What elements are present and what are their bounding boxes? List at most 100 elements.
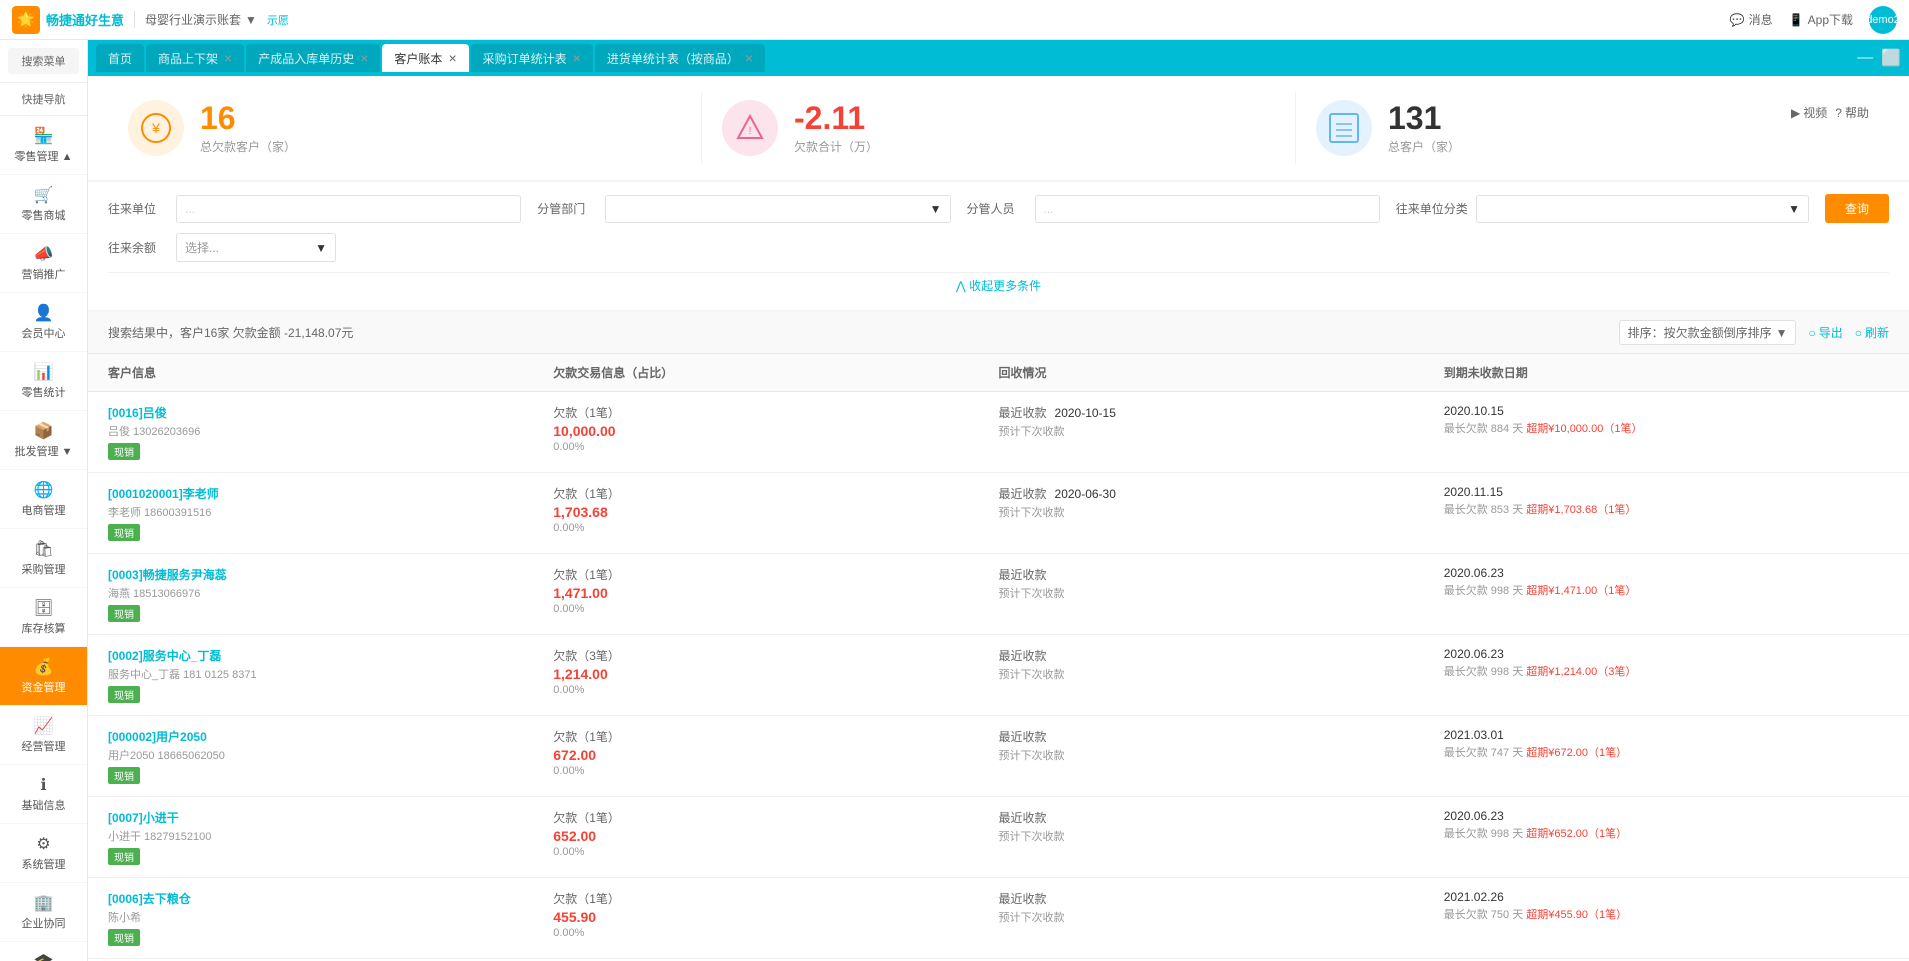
debt-amount-row2[interactable]: 1,703.68 [553,504,998,520]
debt-amount-row3[interactable]: 1,471.00 [553,585,998,601]
tab-production-history[interactable]: 产成品入库单历史 × [246,44,380,72]
sort-select[interactable]: 排序：按欠款金额倒序排序 ▼ [1619,320,1797,345]
tab-close-production-history[interactable]: × [360,50,368,66]
overdue-link-row1[interactable]: 超期¥10,000.00（1笔） [1526,423,1642,435]
results-bar: 搜索结果中，客户16家 欠款金额 -21,148.07元 排序：按欠款金额倒序排… [88,312,1909,354]
category-filter-select[interactable]: ▼ [1476,195,1809,223]
due-days-row2: 最长欠款 853 天 [1444,504,1523,516]
recovery-label-row1: 最近收款 [999,406,1047,420]
sidebar-item-inventory[interactable]: 🗄 库存核算 [0,588,87,647]
manager-filter-item: 分管人员 ... [967,195,1380,223]
overdue-link-row4[interactable]: 超期¥1,214.00（3笔） [1526,666,1636,678]
tab-customer-account[interactable]: 客户账本 × [382,44,468,72]
help-btn[interactable]: ? 帮助 [1835,104,1869,121]
due-days-row7: 最长欠款 750 天 [1444,909,1523,921]
overdue-link-row3[interactable]: 超期¥1,471.00（1笔） [1526,585,1636,597]
tab-close-product-listing[interactable]: × [224,50,232,66]
sidebar-item-marketing[interactable]: 📣 营销推广 [0,234,87,293]
debt-label-row3: 欠款（1笔） [553,566,998,583]
app-download-btn[interactable]: 📱 App下载 [1789,11,1853,28]
tab-product-listing[interactable]: 商品上下架 × [146,44,244,72]
svg-text:¥: ¥ [151,120,160,136]
due-date-row6: 2020.06.23 [1444,809,1889,823]
export-btn[interactable]: ○ 导出 [1808,324,1842,341]
sidebar-item-enterprise[interactable]: 🏢 企业协同 [0,883,87,942]
dept-filter-select[interactable]: ▼ [605,195,950,223]
customer-name-row4[interactable]: [0002]服务中心_丁磊 [108,647,553,664]
sidebar-item-retail-stats[interactable]: 📊 零售统计 [0,352,87,411]
balance-filter-label: 往来余额 [108,239,168,256]
search-menu-btn[interactable]: 搜索菜单 [8,48,79,74]
recovery-date-row2: 2020-06-30 [1055,487,1116,501]
debt-amount-row6[interactable]: 652.00 [553,828,998,844]
nav-label[interactable]: 示愿 [267,12,289,28]
balance-filter-select[interactable]: 选择... ▼ [176,233,336,262]
system-icon: ⚙ [8,834,79,854]
tab-purchase-order[interactable]: 采购订单统计表 × [471,44,593,72]
due-date-row1: 2020.10.15 [1444,404,1889,418]
search-button[interactable]: 查询 [1825,194,1889,223]
customer-name-row7[interactable]: [0006]去下粮仓 [108,890,553,907]
overdue-link-row5[interactable]: 超期¥672.00（1笔） [1526,747,1627,759]
stat-card-total-debt: ! -2.11 欠款合计（万） [702,92,1296,164]
sidebar-item-finance[interactable]: 💰 资金管理 [0,647,87,706]
customer-name-row6[interactable]: [0007]小进干 [108,809,553,826]
debt-amount-row5[interactable]: 672.00 [553,747,998,763]
sidebar-item-ecommerce[interactable]: 🌐 电商管理 [0,470,87,529]
debt-amount-row1[interactable]: 10,000.00 [553,423,998,439]
sidebar-item-member[interactable]: 👤 会员中心 [0,293,87,352]
debt-customers-label: 总欠款客户（家） [200,138,296,155]
tab-home[interactable]: 首页 [96,44,144,72]
video-btn[interactable]: ▶ 视频 [1791,104,1827,121]
sidebar-item-operations[interactable]: 📈 经营管理 [0,706,87,765]
debt-amount-row4[interactable]: 1,214.00 [553,666,998,682]
stats-icon: 📊 [8,362,79,382]
customer-name-row1[interactable]: [0016]吕俊 [108,404,553,421]
tab-close-customer-account[interactable]: × [448,50,456,66]
due-date-row3: 2020.06.23 [1444,566,1889,580]
manager-filter-input[interactable]: ... [1035,195,1380,223]
customer-tag-row3: 现销 [108,605,140,622]
collapse-filter-btn[interactable]: ⋀ 收起更多条件 [108,272,1889,298]
table-row: [0007]小进干 小进干 18279152100 现销 欠款（1笔） 652.… [88,797,1909,878]
tab-close-purchase-order[interactable]: × [573,50,581,66]
overdue-link-row2[interactable]: 超期¥1,703.68（1笔） [1526,504,1636,516]
customer-filter-input[interactable]: ... [176,195,521,223]
tab-expand-icon[interactable]: ⬜ [1881,48,1901,68]
mobile-icon: 📱 [1789,13,1804,27]
tab-import-stats[interactable]: 进货单统计表（按商品） × [595,44,765,72]
customer-name-row2[interactable]: [0001020001]李老师 [108,485,553,502]
due-date-row2: 2020.11.15 [1444,485,1889,499]
sort-chevron-icon: ▼ [1776,326,1788,340]
sidebar-item-retail-store[interactable]: 🛒 零售商城 [0,175,87,234]
collapse-up-icon: ⋀ [956,279,969,293]
tab-close-import-stats[interactable]: × [745,50,753,66]
sidebar-item-retail-mgmt[interactable]: 🏪 零售管理 ▲ [0,116,87,175]
message-btn[interactable]: 💬 消息 [1730,11,1773,28]
table-header: 客户信息 欠款交易信息（占比） 回收情况 到期未收款日期 [88,354,1909,392]
customer-tag-row4: 现销 [108,686,140,703]
sidebar-item-purchase[interactable]: 🛍 采购管理 [0,529,87,588]
sidebar-item-basic-info[interactable]: ℹ 基础信息 [0,765,87,824]
customer-name-row5[interactable]: [000002]用户2050 [108,728,553,745]
debt-ratio-row5: 0.00% [553,765,998,777]
sidebar-item-batch-mgmt[interactable]: 📦 批发管理 ▼ [0,411,87,470]
store-selector[interactable]: 母婴行业演示账套 ▼ [134,11,257,28]
user-profile[interactable]: demo2 [1869,6,1897,34]
tab-minimize-icon[interactable]: — [1857,49,1873,67]
recovery-label-row6: 最近收款 [999,811,1047,825]
debt-ratio-row1: 0.00% [553,441,998,453]
overdue-link-row6[interactable]: 超期¥652.00（1笔） [1526,828,1627,840]
ecommerce-icon: 🌐 [8,480,79,500]
refresh-btn[interactable]: ○ 刷新 [1855,324,1889,341]
due-days-row5: 最长欠款 747 天 [1444,747,1523,759]
overdue-link-row7[interactable]: 超期¥455.90（1笔） [1526,909,1627,921]
debt-amount-row7[interactable]: 455.90 [553,909,998,925]
sidebar-item-system[interactable]: ⚙ 系统管理 [0,824,87,883]
customer-sub-row3: 海燕 18513066976 [108,585,553,601]
retail-mgmt-icon: 🏪 [8,126,79,146]
sidebar-item-newbie[interactable]: 🎓 新手引导 [0,942,87,961]
customer-name-row3[interactable]: [0003]畅捷服务尹海蕊 [108,566,553,583]
tab-bar: 首页 商品上下架 × 产成品入库单历史 × 客户账本 × 采购订单统计表 × [88,40,1909,76]
due-date-row4: 2020.06.23 [1444,647,1889,661]
